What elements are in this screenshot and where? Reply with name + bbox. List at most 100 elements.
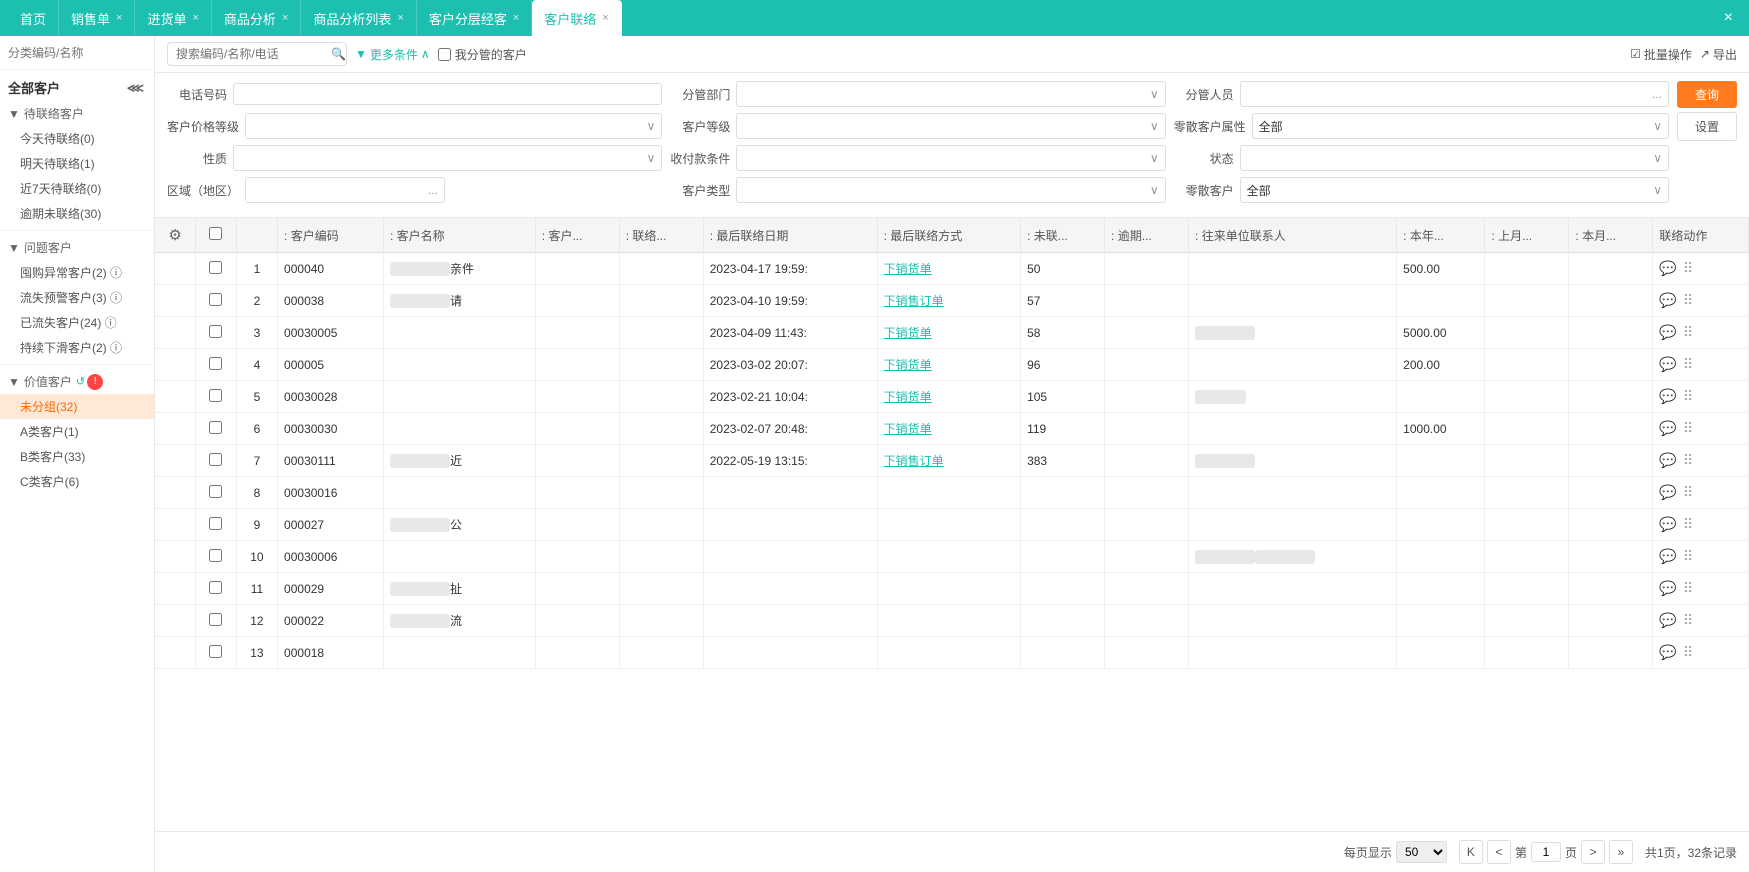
more-action-icon[interactable]: ⠿: [1683, 452, 1693, 469]
tab-sales[interactable]: 销售单 ×: [59, 0, 135, 36]
not-contacted-column-header[interactable]: : 未联...: [1021, 218, 1105, 253]
sidebar-problem-group[interactable]: ▼ 问题客户: [0, 235, 154, 260]
row-checkbox[interactable]: [209, 453, 222, 466]
sidebar-pending-group[interactable]: ▼ 待联络客户: [0, 101, 154, 126]
customer-code-column-header[interactable]: : 客户编码: [278, 218, 384, 253]
row-checkbox[interactable]: [209, 389, 222, 402]
select-all-checkbox[interactable]: [209, 227, 222, 240]
reset-button[interactable]: 设置: [1677, 112, 1737, 141]
search-button[interactable]: 查询: [1677, 81, 1737, 108]
contact-action-icon[interactable]: 💬: [1659, 292, 1676, 309]
row-checkbox[interactable]: [209, 517, 222, 530]
last-page-btn[interactable]: »: [1609, 840, 1633, 864]
sidebar-item-ungrouped[interactable]: 未分组(32): [0, 394, 154, 419]
customer-name-column-header[interactable]: : 客户名称: [383, 218, 535, 253]
first-page-btn[interactable]: K: [1459, 840, 1483, 864]
sidebar-all-customers[interactable]: 全部客户 ⋘: [0, 70, 154, 101]
export-btn[interactable]: ↗ 导出: [1700, 46, 1737, 63]
row-checkbox[interactable]: [209, 421, 222, 434]
filter-payment-terms-select[interactable]: ∨: [736, 145, 1165, 171]
window-close-button[interactable]: ×: [1716, 9, 1741, 27]
tab-product-analysis[interactable]: 商品分析 ×: [212, 0, 301, 36]
sidebar-item-overdue-pending[interactable]: 逾期未联络(30): [0, 201, 154, 226]
row-checkbox[interactable]: [209, 357, 222, 370]
tab-home[interactable]: 首页: [8, 0, 59, 36]
contact-action-icon[interactable]: 💬: [1659, 580, 1676, 597]
more-action-icon[interactable]: ⠿: [1683, 356, 1693, 373]
filter-customer-level-select[interactable]: ∨: [736, 113, 1165, 139]
last-contact-date-column-header[interactable]: : 最后联络日期: [703, 218, 877, 253]
last-method-link[interactable]: 下销货单: [884, 326, 932, 340]
more-action-icon[interactable]: ⠿: [1683, 580, 1693, 597]
page-number-input[interactable]: [1531, 842, 1561, 862]
sidebar-item-today-pending[interactable]: 今天待联络(0): [0, 126, 154, 151]
contact-action-icon[interactable]: 💬: [1659, 452, 1676, 469]
contact-action-icon[interactable]: 💬: [1659, 420, 1676, 437]
tab-customer-segment-close[interactable]: ×: [513, 12, 519, 24]
contact-column-header[interactable]: : 联络...: [619, 218, 703, 253]
sidebar-item-class-c[interactable]: C类客户(6): [0, 469, 154, 494]
more-action-icon[interactable]: ⠿: [1683, 516, 1693, 533]
more-action-icon[interactable]: ⠿: [1683, 260, 1693, 277]
sidebar-item-7day-pending[interactable]: 近7天待联络(0): [0, 176, 154, 201]
contacts-person-column-header[interactable]: : 往来单位联系人: [1189, 218, 1397, 253]
sidebar-item-class-b[interactable]: B类客户(33): [0, 444, 154, 469]
contact-action-icon[interactable]: 💬: [1659, 516, 1676, 533]
filter-dept-select[interactable]: ∨: [736, 81, 1165, 107]
my-customers-checkbox-label[interactable]: 我分管的客户: [438, 46, 527, 63]
sidebar-item-tomorrow-pending[interactable]: 明天待联络(1): [0, 151, 154, 176]
row-checkbox[interactable]: [209, 645, 222, 658]
filter-nature-select[interactable]: ∨: [233, 145, 662, 171]
tab-sales-close[interactable]: ×: [116, 12, 122, 24]
contact-action-icon[interactable]: 💬: [1659, 612, 1676, 629]
last-method-link[interactable]: 下销货单: [884, 390, 932, 404]
tab-customer-contact-close[interactable]: ×: [602, 12, 608, 24]
row-checkbox[interactable]: [209, 485, 222, 498]
last-method-link[interactable]: 下销货单: [884, 422, 932, 436]
row-checkbox[interactable]: [209, 325, 222, 338]
filter-more-btn[interactable]: ▼ 更多条件 ∧: [355, 46, 430, 63]
row-checkbox[interactable]: [209, 549, 222, 562]
page-size-select[interactable]: 10 20 50 100: [1396, 841, 1447, 863]
contact-action-icon[interactable]: 💬: [1659, 388, 1676, 405]
settings-column-header[interactable]: ⚙: [155, 218, 196, 253]
more-action-icon[interactable]: ⠿: [1683, 484, 1693, 501]
last-method-link[interactable]: 下销售订单: [884, 294, 944, 308]
this-month-column-header[interactable]: : 本月...: [1569, 218, 1653, 253]
value-refresh-icon[interactable]: ↺: [76, 375, 85, 388]
tab-customer-segment[interactable]: 客户分层经客 ×: [417, 0, 532, 36]
row-checkbox[interactable]: [209, 581, 222, 594]
more-action-icon[interactable]: ⠿: [1683, 548, 1693, 565]
next-page-btn[interactable]: >: [1581, 840, 1605, 864]
batch-operation-btn[interactable]: ☑ 批量操作: [1630, 46, 1692, 63]
last-method-link[interactable]: 下销货单: [884, 262, 932, 276]
last-contact-method-column-header[interactable]: : 最后联络方式: [877, 218, 1020, 253]
tab-product-analysis-list[interactable]: 商品分析列表 ×: [301, 0, 416, 36]
my-customers-checkbox[interactable]: [438, 48, 451, 61]
filter-phone-input[interactable]: [233, 83, 662, 105]
more-action-icon[interactable]: ⠿: [1683, 644, 1693, 661]
contact-action-icon[interactable]: 💬: [1659, 324, 1676, 341]
sidebar-value-group[interactable]: ▼ 价值客户 ↺ !: [0, 369, 154, 394]
filter-status-select[interactable]: ∨: [1240, 145, 1669, 171]
last-method-link[interactable]: 下销售订单: [884, 454, 944, 468]
more-action-icon[interactable]: ⠿: [1683, 292, 1693, 309]
tab-product-analysis-close[interactable]: ×: [282, 12, 288, 24]
filter-manager-select[interactable]: ...: [1240, 81, 1669, 107]
sidebar-item-churned[interactable]: 已流失客户(24) ⓘ: [0, 310, 154, 335]
row-checkbox[interactable]: [209, 293, 222, 306]
sidebar-item-declining[interactable]: 持续下滑客户(2) ⓘ: [0, 335, 154, 360]
more-action-icon[interactable]: ⠿: [1683, 388, 1693, 405]
search-icon[interactable]: 🔍: [331, 47, 346, 61]
sidebar-search-input[interactable]: [8, 46, 155, 60]
more-action-icon[interactable]: ⠿: [1683, 612, 1693, 629]
contact-action-icon[interactable]: 💬: [1659, 484, 1676, 501]
filter-sparse-attr-select[interactable]: 全部 ∨: [1252, 113, 1669, 139]
contact-action-icon[interactable]: 💬: [1659, 356, 1676, 373]
last-method-link[interactable]: 下销货单: [884, 358, 932, 372]
overdue-column-header[interactable]: : 逾期...: [1105, 218, 1189, 253]
prev-page-btn[interactable]: <: [1487, 840, 1511, 864]
search-input[interactable]: [176, 47, 331, 61]
contact-action-icon[interactable]: 💬: [1659, 260, 1676, 277]
customer-type-column-header[interactable]: : 客户...: [535, 218, 619, 253]
